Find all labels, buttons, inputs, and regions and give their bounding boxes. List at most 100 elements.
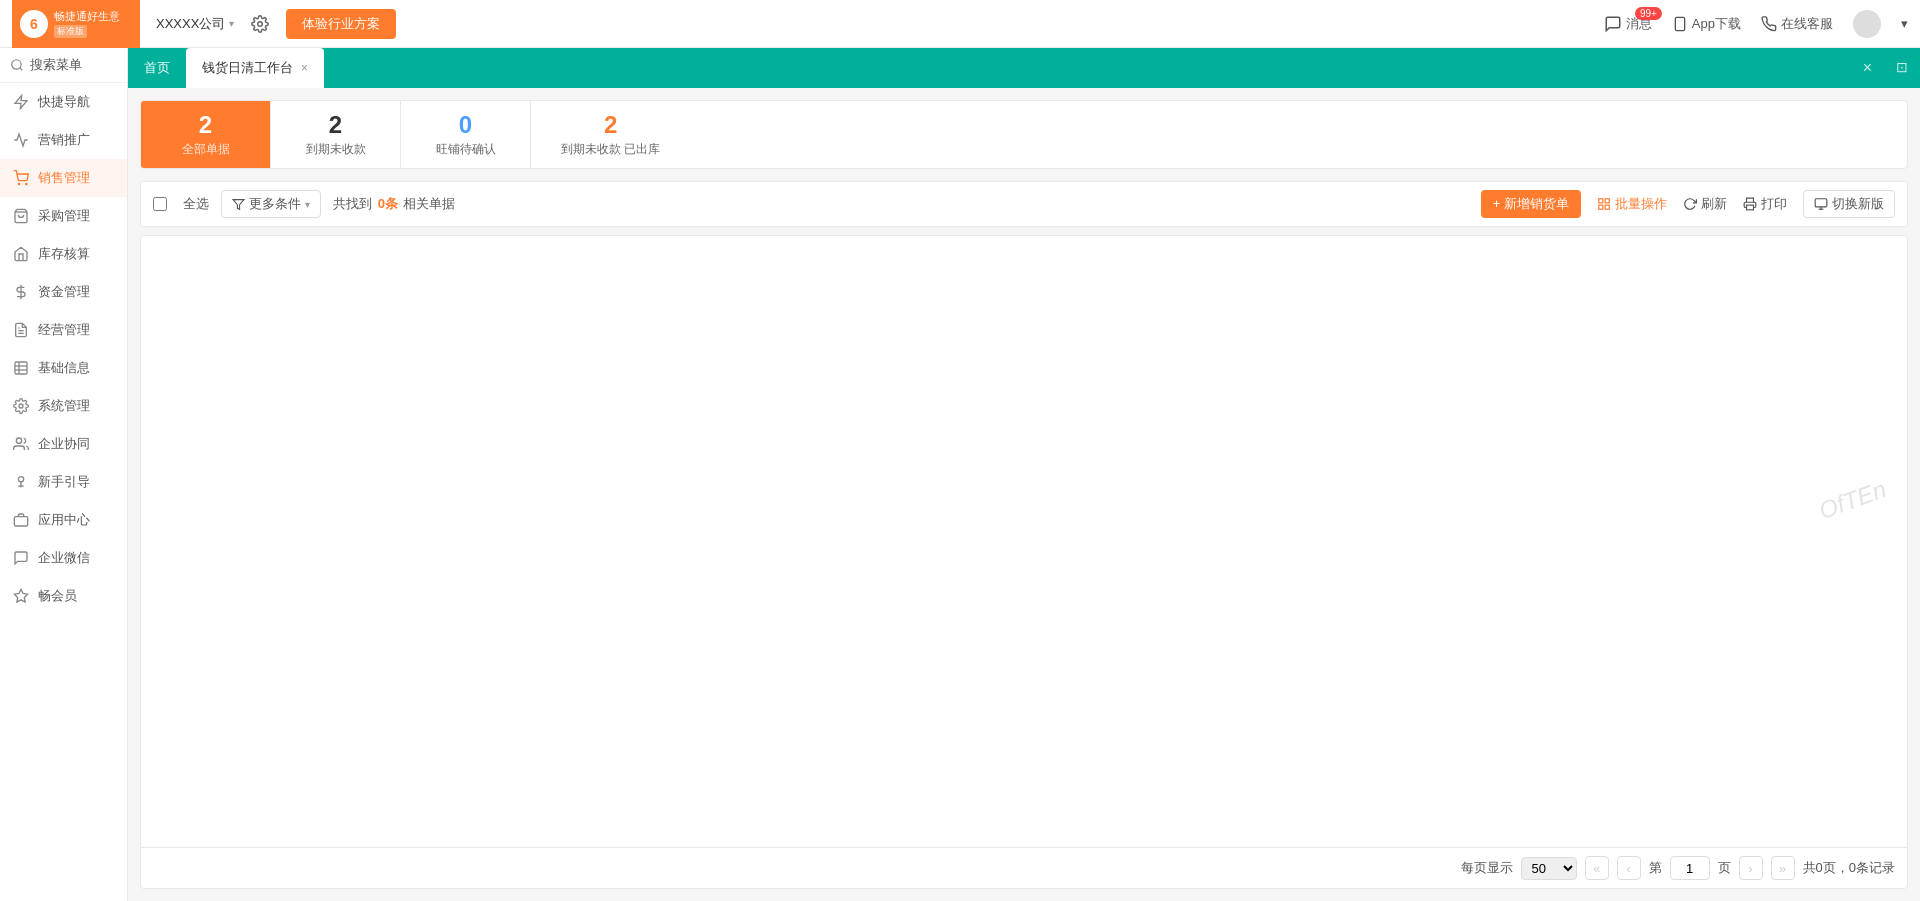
svg-point-7 [26, 183, 27, 184]
page-suffix: 页 [1718, 859, 1731, 877]
main-content: 首页 钱货日清工作台 × × ⊡ 2 全部单据 2 到期未收款 0 旺铺待确认 [128, 48, 1920, 901]
switch-version-button[interactable]: 切换新版 [1803, 190, 1895, 218]
message-badge: 99+ [1635, 7, 1662, 20]
found-text: 共找到 0条 相关单据 [333, 195, 455, 213]
user-avatar-area[interactable] [1853, 10, 1881, 38]
stat-count-overdue-unpaid: 2 [329, 111, 342, 139]
sidebar-item-label: 系统管理 [38, 397, 90, 415]
svg-rect-22 [1599, 199, 1603, 203]
sidebar-item-finance[interactable]: 资金管理 [0, 273, 127, 311]
window-close-button[interactable]: × [1851, 59, 1884, 77]
inventory-icon [12, 245, 30, 263]
batch-op-button[interactable]: 批量操作 [1597, 195, 1667, 213]
filter-button[interactable]: 更多条件 ▾ [221, 190, 321, 218]
tab-bar: 首页 钱货日清工作台 × × ⊡ [128, 48, 1920, 88]
sidebar-item-basic-info[interactable]: 基础信息 [0, 349, 127, 387]
window-max-button[interactable]: ⊡ [1884, 59, 1920, 77]
enterprise-icon [12, 435, 30, 453]
prev-page-button[interactable]: ‹ [1617, 856, 1641, 880]
toolbar-left: 全选 更多条件 ▾ 共找到 0条 相关单据 [153, 190, 455, 218]
tab-bar-end: × ⊡ [1851, 59, 1920, 77]
svg-rect-23 [1605, 199, 1609, 203]
toolbar: 全选 更多条件 ▾ 共找到 0条 相关单据 + 新增销货单 批量操作 [140, 181, 1908, 227]
sidebar-item-member[interactable]: 畅会员 [0, 577, 127, 615]
sidebar-item-label: 企业微信 [38, 549, 90, 567]
tab-home[interactable]: 首页 [128, 48, 186, 88]
marketing-icon [12, 131, 30, 149]
found-count: 0条 [378, 196, 398, 211]
header-right: 消息 99+ App下载 在线客服 ▾ [1604, 10, 1908, 38]
member-icon [12, 587, 30, 605]
sidebar-item-label: 销售管理 [38, 169, 90, 187]
sidebar-item-guide[interactable]: 新手引导 [0, 463, 127, 501]
tab-cash-flow[interactable]: 钱货日清工作台 × [186, 48, 324, 88]
content-area: 2 全部单据 2 到期未收款 0 旺铺待确认 2 到期未收款 已出库 全选 [128, 88, 1920, 901]
switch-version-label: 切换新版 [1832, 195, 1884, 213]
refresh-label: 刷新 [1701, 195, 1727, 213]
stat-label-overdue-unpaid: 到期未收款 [306, 141, 366, 158]
new-sales-button[interactable]: + 新增销货单 [1481, 190, 1581, 218]
table-area: OfTEn 每页显示 50 100 200 « ‹ 第 页 [140, 235, 1908, 889]
sidebar-item-purchase[interactable]: 采购管理 [0, 197, 127, 235]
sidebar-item-inventory[interactable]: 库存核算 [0, 235, 127, 273]
svg-marker-5 [15, 95, 27, 108]
settings-icon[interactable] [246, 10, 274, 38]
sidebar-item-quick-nav[interactable]: 快捷导航 [0, 83, 127, 121]
svg-rect-26 [1747, 205, 1754, 210]
page-input[interactable] [1670, 856, 1710, 880]
sales-icon [12, 169, 30, 187]
svg-point-0 [258, 21, 263, 26]
filter-label: 更多条件 [249, 195, 301, 213]
app-download-label: App下载 [1692, 15, 1741, 33]
svg-rect-19 [14, 517, 27, 526]
per-page-label: 每页显示 [1461, 859, 1513, 877]
total-label: 共0页，0条记录 [1803, 859, 1895, 877]
last-page-button[interactable]: » [1771, 856, 1795, 880]
sidebar-item-system[interactable]: 系统管理 [0, 387, 127, 425]
sidebar-item-sales[interactable]: 销售管理 [0, 159, 127, 197]
quick-nav-icon [12, 93, 30, 111]
sidebar-item-wechat[interactable]: 企业微信 [0, 539, 127, 577]
company-name: XXXXX公司 [156, 15, 225, 33]
sidebar-item-enterprise[interactable]: 企业协同 [0, 425, 127, 463]
stat-label-overdue-unshipped: 到期未收款 已出库 [561, 141, 660, 158]
sidebar-item-operations[interactable]: 经营管理 [0, 311, 127, 349]
refresh-button[interactable]: 刷新 [1683, 195, 1727, 213]
per-page-select[interactable]: 50 100 200 [1521, 857, 1577, 880]
app-download-button[interactable]: App下载 [1672, 15, 1741, 33]
page-label: 第 [1649, 859, 1662, 877]
message-button[interactable]: 消息 99+ [1604, 15, 1652, 33]
svg-line-4 [20, 68, 23, 71]
stat-tab-pending-confirm[interactable]: 0 旺铺待确认 [401, 101, 531, 168]
sidebar-search-label: 搜索菜单 [30, 56, 82, 74]
user-avatar [1853, 10, 1881, 38]
tab-cash-flow-label: 钱货日清工作台 [202, 59, 293, 77]
stat-tab-overdue-unpaid[interactable]: 2 到期未收款 [271, 101, 401, 168]
sidebar-item-marketing[interactable]: 营销推广 [0, 121, 127, 159]
select-all-checkbox[interactable] [153, 197, 167, 211]
basic-info-icon [12, 359, 30, 377]
online-service-label: 在线客服 [1781, 15, 1833, 33]
print-label: 打印 [1761, 195, 1787, 213]
svg-point-16 [19, 404, 23, 408]
guide-icon [12, 473, 30, 491]
company-selector[interactable]: XXXXX公司 ▾ [156, 15, 234, 33]
stat-tab-overdue-unshipped[interactable]: 2 到期未收款 已出库 [531, 101, 690, 168]
print-button[interactable]: 打印 [1743, 195, 1787, 213]
watermark: OfTEn [1815, 475, 1890, 525]
next-page-button[interactable]: › [1739, 856, 1763, 880]
stats-tabs: 2 全部单据 2 到期未收款 0 旺铺待确认 2 到期未收款 已出库 [140, 100, 1908, 169]
wechat-icon [12, 549, 30, 567]
sidebar-search[interactable]: 搜索菜单 [0, 48, 127, 83]
stat-tab-all[interactable]: 2 全部单据 [141, 101, 271, 168]
sidebar-item-app-center[interactable]: 应用中心 [0, 501, 127, 539]
system-icon [12, 397, 30, 415]
sidebar-item-label: 畅会员 [38, 587, 77, 605]
sidebar-item-label: 采购管理 [38, 207, 90, 225]
tab-close-icon[interactable]: × [301, 61, 308, 75]
user-name[interactable]: ▾ [1901, 16, 1908, 31]
stat-label-pending-confirm: 旺铺待确认 [436, 141, 496, 158]
online-service-button[interactable]: 在线客服 [1761, 15, 1833, 33]
try-button[interactable]: 体验行业方案 [286, 9, 396, 39]
first-page-button[interactable]: « [1585, 856, 1609, 880]
